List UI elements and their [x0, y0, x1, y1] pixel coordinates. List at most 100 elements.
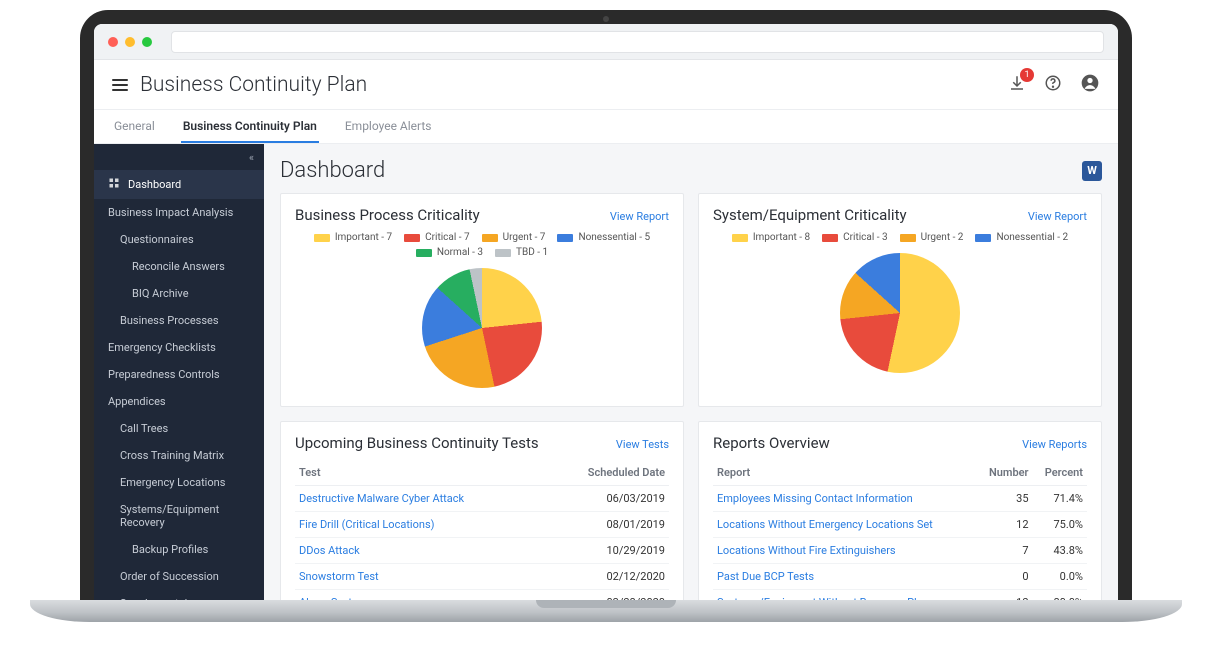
- card-reports-overview: Reports Overview View Reports Report Num…: [698, 421, 1102, 610]
- help-icon[interactable]: [1044, 74, 1062, 96]
- legend-label: Important - 7: [335, 232, 392, 243]
- card-title: System/Equipment Criticality: [713, 206, 907, 224]
- tab-business-continuity-plan[interactable]: Business Continuity Plan: [181, 119, 319, 143]
- sidebar-item-appendices[interactable]: Appendices: [94, 388, 264, 415]
- test-date: 10/29/2019: [546, 538, 669, 564]
- chart-legend: Important - 7 Critical - 7 Urgent - 7 Nones…: [295, 232, 669, 258]
- legend-swatch: [495, 249, 511, 257]
- legend-swatch: [416, 249, 432, 257]
- tab-employee-alerts[interactable]: Employee Alerts: [343, 119, 434, 143]
- sidebar-item-emergency-checklists[interactable]: Emergency Checklists: [94, 334, 264, 361]
- export-word-icon[interactable]: W: [1082, 161, 1102, 181]
- dashboard-title: Dashboard: [280, 158, 385, 183]
- test-date: 02/12/2020: [546, 564, 669, 590]
- card-title: Reports Overview: [713, 434, 830, 452]
- sidebar-item-dashboard[interactable]: Dashboard: [94, 170, 264, 199]
- app-header: Business Continuity Plan 1: [94, 60, 1118, 110]
- sidebar-item-label: Reconcile Answers: [132, 260, 225, 273]
- sidebar-item-preparedness-controls[interactable]: Preparedness Controls: [94, 361, 264, 388]
- report-percent: 71.4%: [1033, 486, 1087, 512]
- account-icon[interactable]: [1080, 73, 1100, 97]
- legend-item: TBD - 1: [495, 247, 548, 258]
- test-link[interactable]: Destructive Malware Cyber Attack: [295, 486, 546, 512]
- tests-table: Test Scheduled Date Destructive Malware …: [295, 460, 669, 610]
- card-business-process-criticality: Business Process Criticality View Report…: [280, 193, 684, 407]
- legend-label: Nonessential - 5: [578, 232, 650, 243]
- sidebar-item-biq-archive[interactable]: BIQ Archive: [94, 280, 264, 307]
- legend-item: Important - 8: [732, 232, 810, 243]
- legend-swatch: [482, 234, 498, 242]
- window-close-dot[interactable]: [108, 37, 118, 47]
- window-max-dot[interactable]: [142, 37, 152, 47]
- sidebar-item-business-impact-analysis[interactable]: Business Impact Analysis: [94, 199, 264, 226]
- test-link[interactable]: DDos Attack: [295, 538, 546, 564]
- sidebar-item-backup-profiles[interactable]: Backup Profiles: [94, 536, 264, 563]
- sidebar-collapse-icon[interactable]: «: [94, 144, 264, 170]
- menu-icon[interactable]: [112, 79, 128, 91]
- sidebar-item-label: Backup Profiles: [132, 543, 208, 556]
- window-min-dot[interactable]: [125, 37, 135, 47]
- report-link[interactable]: Locations Without Fire Extinguishers: [713, 538, 977, 564]
- report-link[interactable]: Past Due BCP Tests: [713, 564, 977, 590]
- report-percent: 0.0%: [1033, 564, 1087, 590]
- sidebar-item-call-trees[interactable]: Call Trees: [94, 415, 264, 442]
- test-link[interactable]: Snowstorm Test: [295, 564, 546, 590]
- legend-item: Nonessential - 5: [557, 232, 650, 243]
- tab-bar: General Business Continuity Plan Employee …: [94, 110, 1118, 144]
- report-number: 12: [977, 512, 1033, 538]
- report-link[interactable]: Locations Without Emergency Locations Se…: [713, 512, 977, 538]
- test-date: 08/01/2019: [546, 512, 669, 538]
- legend-swatch: [822, 234, 838, 242]
- content-area: Dashboard W Business Process Criticality…: [264, 144, 1118, 610]
- download-badge: 1: [1020, 68, 1034, 82]
- sidebar-item-label: Call Trees: [120, 422, 168, 435]
- sidebar-item-emergency-locations[interactable]: Emergency Locations: [94, 469, 264, 496]
- table-row: Past Due BCP Tests00.0%: [713, 564, 1087, 590]
- view-report-link[interactable]: View Report: [610, 210, 669, 223]
- col-report: Report: [713, 460, 977, 486]
- legend-label: Normal - 3: [437, 247, 483, 258]
- sidebar-item-label: Systems/Equipment Recovery: [120, 503, 254, 529]
- legend-swatch: [314, 234, 330, 242]
- legend-swatch: [732, 234, 748, 242]
- sidebar-item-label: BIQ Archive: [132, 287, 189, 300]
- card-title: Business Process Criticality: [295, 206, 480, 224]
- sidebar-item-order-of-succession[interactable]: Order of Succession: [94, 563, 264, 590]
- download-icon[interactable]: 1: [1008, 74, 1026, 96]
- sidebar-item-label: Emergency Checklists: [108, 341, 216, 354]
- report-number: 7: [977, 538, 1033, 564]
- view-tests-link[interactable]: View Tests: [616, 438, 669, 451]
- sidebar-item-label: Business Impact Analysis: [108, 206, 233, 219]
- test-date: 06/03/2019: [546, 486, 669, 512]
- col-test: Test: [295, 460, 546, 486]
- report-link[interactable]: Employees Missing Contact Information: [713, 486, 977, 512]
- legend-swatch: [975, 234, 991, 242]
- sidebar-item-label: Cross Training Matrix: [120, 449, 224, 462]
- legend-swatch: [900, 234, 916, 242]
- dashboard-icon: [108, 177, 122, 192]
- table-row: Destructive Malware Cyber Attack06/03/20…: [295, 486, 669, 512]
- legend-item: Normal - 3: [416, 247, 483, 258]
- col-date: Scheduled Date: [546, 460, 669, 486]
- sidebar-item-label: Order of Succession: [120, 570, 219, 583]
- sidebar-item-label: Questionnaires: [120, 233, 194, 246]
- sidebar-item-systems-equipment-recovery[interactable]: Systems/Equipment Recovery: [94, 496, 264, 536]
- legend-item: Urgent - 7: [482, 232, 546, 243]
- legend-label: Critical - 7: [425, 232, 469, 243]
- legend-label: Urgent - 7: [503, 232, 546, 243]
- card-title: Upcoming Business Continuity Tests: [295, 434, 539, 452]
- sidebar-item-label: Appendices: [108, 395, 166, 408]
- card-upcoming-tests: Upcoming Business Continuity Tests View …: [280, 421, 684, 610]
- report-percent: 75.0%: [1033, 512, 1087, 538]
- sidebar-item-cross-training-matrix[interactable]: Cross Training Matrix: [94, 442, 264, 469]
- address-bar[interactable]: [171, 31, 1104, 53]
- view-report-link[interactable]: View Report: [1028, 210, 1087, 223]
- sidebar-item-business-processes[interactable]: Business Processes: [94, 307, 264, 334]
- legend-label: Critical - 3: [843, 232, 887, 243]
- tab-general[interactable]: General: [112, 119, 157, 143]
- table-row: Locations Without Emergency Locations Se…: [713, 512, 1087, 538]
- test-link[interactable]: Fire Drill (Critical Locations): [295, 512, 546, 538]
- sidebar-item-reconcile-answers[interactable]: Reconcile Answers: [94, 253, 264, 280]
- sidebar-item-questionnaires[interactable]: Questionnaires: [94, 226, 264, 253]
- view-reports-link[interactable]: View Reports: [1022, 438, 1087, 451]
